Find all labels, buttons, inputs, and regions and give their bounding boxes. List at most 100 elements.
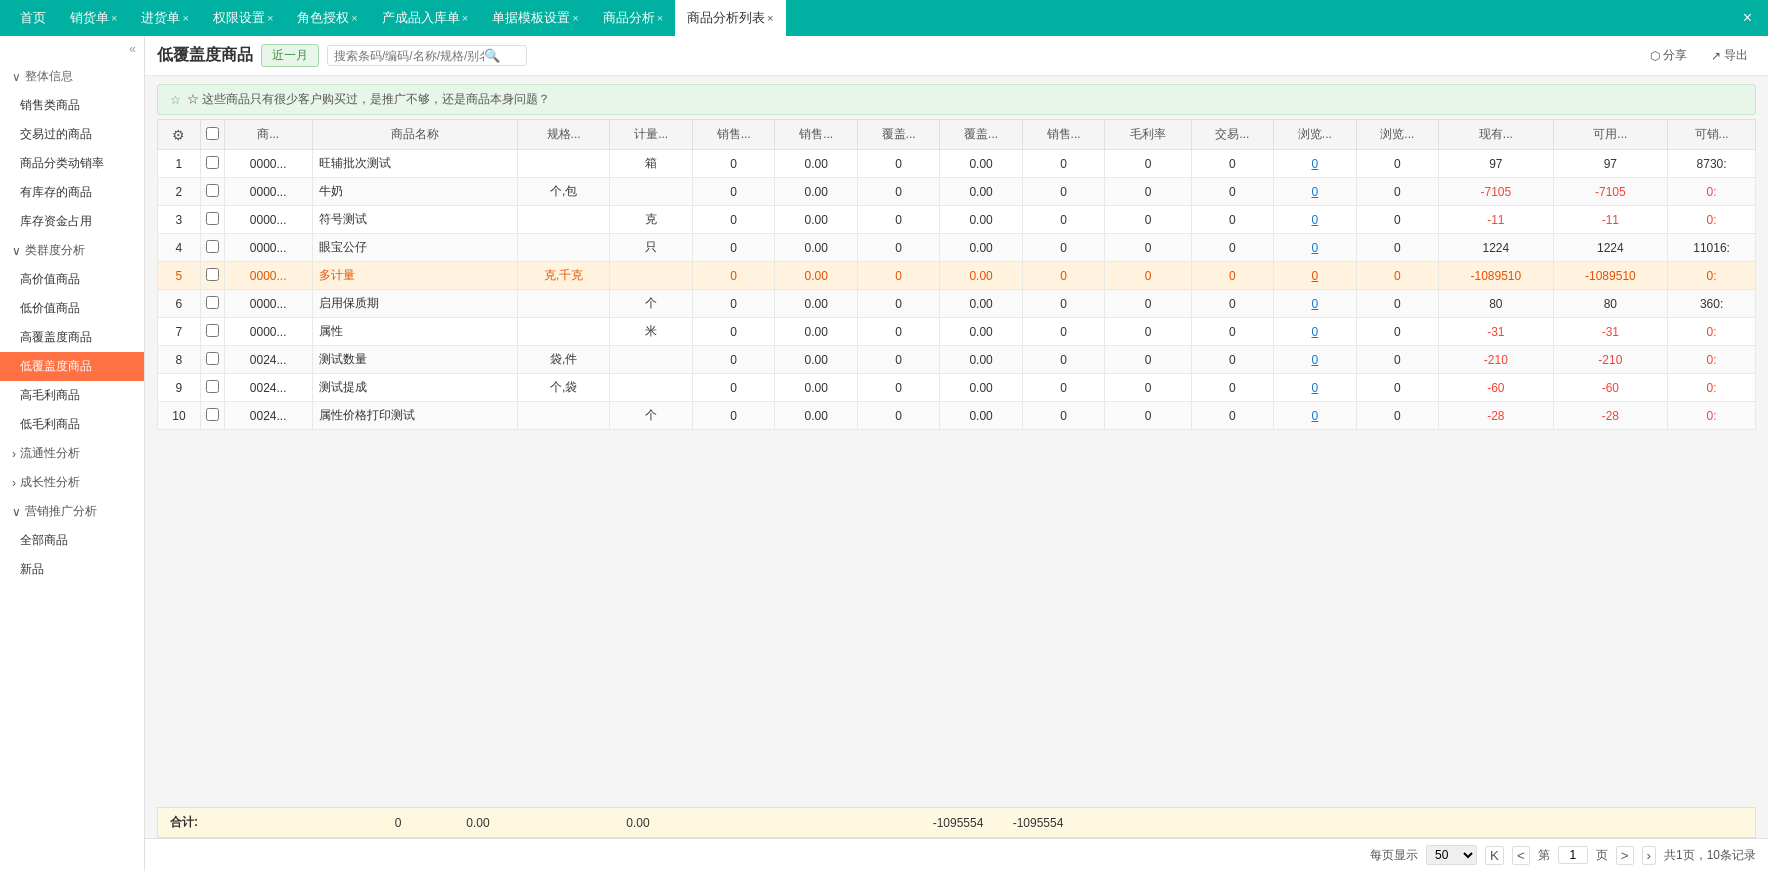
sidebar-item-high-margin[interactable]: 高毛利商品 bbox=[0, 381, 144, 410]
col-margin[interactable]: 毛利率 bbox=[1105, 120, 1191, 150]
per-page-select[interactable]: 50 100 200 bbox=[1426, 845, 1477, 865]
nav-template-settings[interactable]: 单据模板设置 × bbox=[480, 0, 590, 36]
row-checkbox[interactable] bbox=[206, 240, 219, 253]
nav-permissions[interactable]: 权限设置 × bbox=[201, 0, 285, 36]
cell-browse1[interactable]: 0 bbox=[1274, 178, 1356, 206]
cell-browse1[interactable]: 0 bbox=[1274, 318, 1356, 346]
page-number-input[interactable] bbox=[1558, 846, 1588, 864]
share-button[interactable]: ⬡ 分享 bbox=[1642, 45, 1695, 66]
cell-name[interactable]: 符号测试 bbox=[312, 206, 517, 234]
sidebar-item-low-margin[interactable]: 低毛利商品 bbox=[0, 410, 144, 439]
next-page-button[interactable]: > bbox=[1616, 846, 1634, 865]
cell-browse1[interactable]: 0 bbox=[1274, 262, 1356, 290]
first-page-button[interactable]: K bbox=[1485, 846, 1504, 865]
sidebar-group-growth[interactable]: › 成长性分析 bbox=[0, 468, 144, 497]
cell-browse1[interactable]: 0 bbox=[1274, 150, 1356, 178]
prev-page-button[interactable]: < bbox=[1512, 846, 1530, 865]
sidebar-item-new-goods[interactable]: 新品 bbox=[0, 555, 144, 584]
select-all-checkbox[interactable] bbox=[206, 127, 219, 140]
nav-product-analysis-list[interactable]: 商品分析列表 × bbox=[675, 0, 785, 36]
last-page-button[interactable]: › bbox=[1642, 846, 1656, 865]
nav-close-template[interactable]: × bbox=[572, 12, 578, 24]
row-checkbox[interactable] bbox=[206, 156, 219, 169]
row-checkbox[interactable] bbox=[206, 352, 219, 365]
cell-browse1[interactable]: 0 bbox=[1274, 234, 1356, 262]
nav-close-purchase[interactable]: × bbox=[182, 12, 188, 24]
nav-role-auth[interactable]: 角色授权 × bbox=[285, 0, 369, 36]
sidebar-item-in-stock[interactable]: 有库存的商品 bbox=[0, 178, 144, 207]
cell-checkbox[interactable] bbox=[200, 206, 224, 234]
cell-browse1[interactable]: 0 bbox=[1274, 346, 1356, 374]
cell-name[interactable]: 测试数量 bbox=[312, 346, 517, 374]
cell-name[interactable]: 多计量 bbox=[312, 262, 517, 290]
cell-checkbox[interactable] bbox=[200, 346, 224, 374]
sidebar-group-marketing[interactable]: ∨ 营销推广分析 bbox=[0, 497, 144, 526]
sidebar-item-inventory-capital[interactable]: 库存资金占用 bbox=[0, 207, 144, 236]
cell-checkbox[interactable] bbox=[200, 290, 224, 318]
col-browse2[interactable]: 浏览... bbox=[1356, 120, 1438, 150]
nav-close-sales[interactable]: × bbox=[111, 12, 117, 24]
nav-close-permissions[interactable]: × bbox=[267, 12, 273, 24]
sidebar-item-all-goods[interactable]: 全部商品 bbox=[0, 526, 144, 555]
sidebar-item-category-rate[interactable]: 商品分类动销率 bbox=[0, 149, 144, 178]
cell-checkbox[interactable] bbox=[200, 150, 224, 178]
sidebar-item-high-coverage[interactable]: 高覆盖度商品 bbox=[0, 323, 144, 352]
cell-checkbox[interactable] bbox=[200, 234, 224, 262]
nav-close-analysis[interactable]: × bbox=[657, 12, 663, 24]
cell-browse1[interactable]: 0 bbox=[1274, 290, 1356, 318]
row-checkbox[interactable] bbox=[206, 268, 219, 281]
sidebar-item-low-value[interactable]: 低价值商品 bbox=[0, 294, 144, 323]
cell-name[interactable]: 启用保质期 bbox=[312, 290, 517, 318]
col-sales2[interactable]: 销售... bbox=[775, 120, 857, 150]
sidebar-overall-section[interactable]: ∨ 整体信息 bbox=[0, 62, 144, 91]
cell-name[interactable]: 旺辅批次测试 bbox=[312, 150, 517, 178]
col-current[interactable]: 现有... bbox=[1439, 120, 1554, 150]
sidebar-item-low-coverage[interactable]: 低覆盖度商品 bbox=[0, 352, 144, 381]
row-checkbox[interactable] bbox=[206, 324, 219, 337]
row-checkbox[interactable] bbox=[206, 408, 219, 421]
col-coverage2[interactable]: 覆盖... bbox=[940, 120, 1022, 150]
search-input[interactable] bbox=[334, 49, 484, 63]
col-coverage1[interactable]: 覆盖... bbox=[857, 120, 939, 150]
nav-home[interactable]: 首页 bbox=[8, 0, 58, 36]
nav-product-analysis[interactable]: 商品分析 × bbox=[591, 0, 675, 36]
row-checkbox[interactable] bbox=[206, 184, 219, 197]
cell-name[interactable]: 眼宝公仔 bbox=[312, 234, 517, 262]
row-checkbox[interactable] bbox=[206, 296, 219, 309]
time-filter-button[interactable]: 近一月 bbox=[261, 44, 319, 67]
sidebar-item-sales-goods[interactable]: 销售类商品 bbox=[0, 91, 144, 120]
nav-close-analysis-list[interactable]: × bbox=[767, 12, 773, 24]
col-code[interactable]: 商... bbox=[224, 120, 312, 150]
row-checkbox[interactable] bbox=[206, 380, 219, 393]
column-settings-icon[interactable]: ⚙ bbox=[172, 127, 185, 143]
cell-browse1[interactable]: 0 bbox=[1274, 374, 1356, 402]
col-sales1[interactable]: 销售... bbox=[692, 120, 774, 150]
search-icon[interactable]: 🔍 bbox=[484, 48, 500, 63]
sidebar-group-liquidity[interactable]: › 流通性分析 bbox=[0, 439, 144, 468]
cell-checkbox[interactable] bbox=[200, 318, 224, 346]
sidebar-item-high-value[interactable]: 高价值商品 bbox=[0, 265, 144, 294]
cell-name[interactable]: 属性 bbox=[312, 318, 517, 346]
row-checkbox[interactable] bbox=[206, 212, 219, 225]
cell-name[interactable]: 属性价格打印测试 bbox=[312, 402, 517, 430]
cell-checkbox[interactable] bbox=[200, 178, 224, 206]
cell-checkbox[interactable] bbox=[200, 402, 224, 430]
window-close-button[interactable]: × bbox=[1735, 9, 1760, 27]
col-trade[interactable]: 交易... bbox=[1191, 120, 1273, 150]
nav-close-role[interactable]: × bbox=[351, 12, 357, 24]
col-sales3[interactable]: 销售... bbox=[1022, 120, 1104, 150]
col-available[interactable]: 可用... bbox=[1553, 120, 1668, 150]
cell-browse1[interactable]: 0 bbox=[1274, 402, 1356, 430]
nav-close-product[interactable]: × bbox=[462, 12, 468, 24]
export-button[interactable]: ↗ 导出 bbox=[1703, 45, 1756, 66]
nav-sales-order[interactable]: 销货单 × bbox=[58, 0, 129, 36]
cell-name[interactable]: 测试提成 bbox=[312, 374, 517, 402]
cell-name[interactable]: 牛奶 bbox=[312, 178, 517, 206]
cell-browse1[interactable]: 0 bbox=[1274, 206, 1356, 234]
sidebar-item-traded-goods[interactable]: 交易过的商品 bbox=[0, 120, 144, 149]
col-sellable[interactable]: 可销... bbox=[1668, 120, 1756, 150]
col-name[interactable]: 商品名称 bbox=[312, 120, 517, 150]
cell-checkbox[interactable] bbox=[200, 374, 224, 402]
col-spec[interactable]: 规格... bbox=[517, 120, 610, 150]
col-unit[interactable]: 计量... bbox=[610, 120, 692, 150]
